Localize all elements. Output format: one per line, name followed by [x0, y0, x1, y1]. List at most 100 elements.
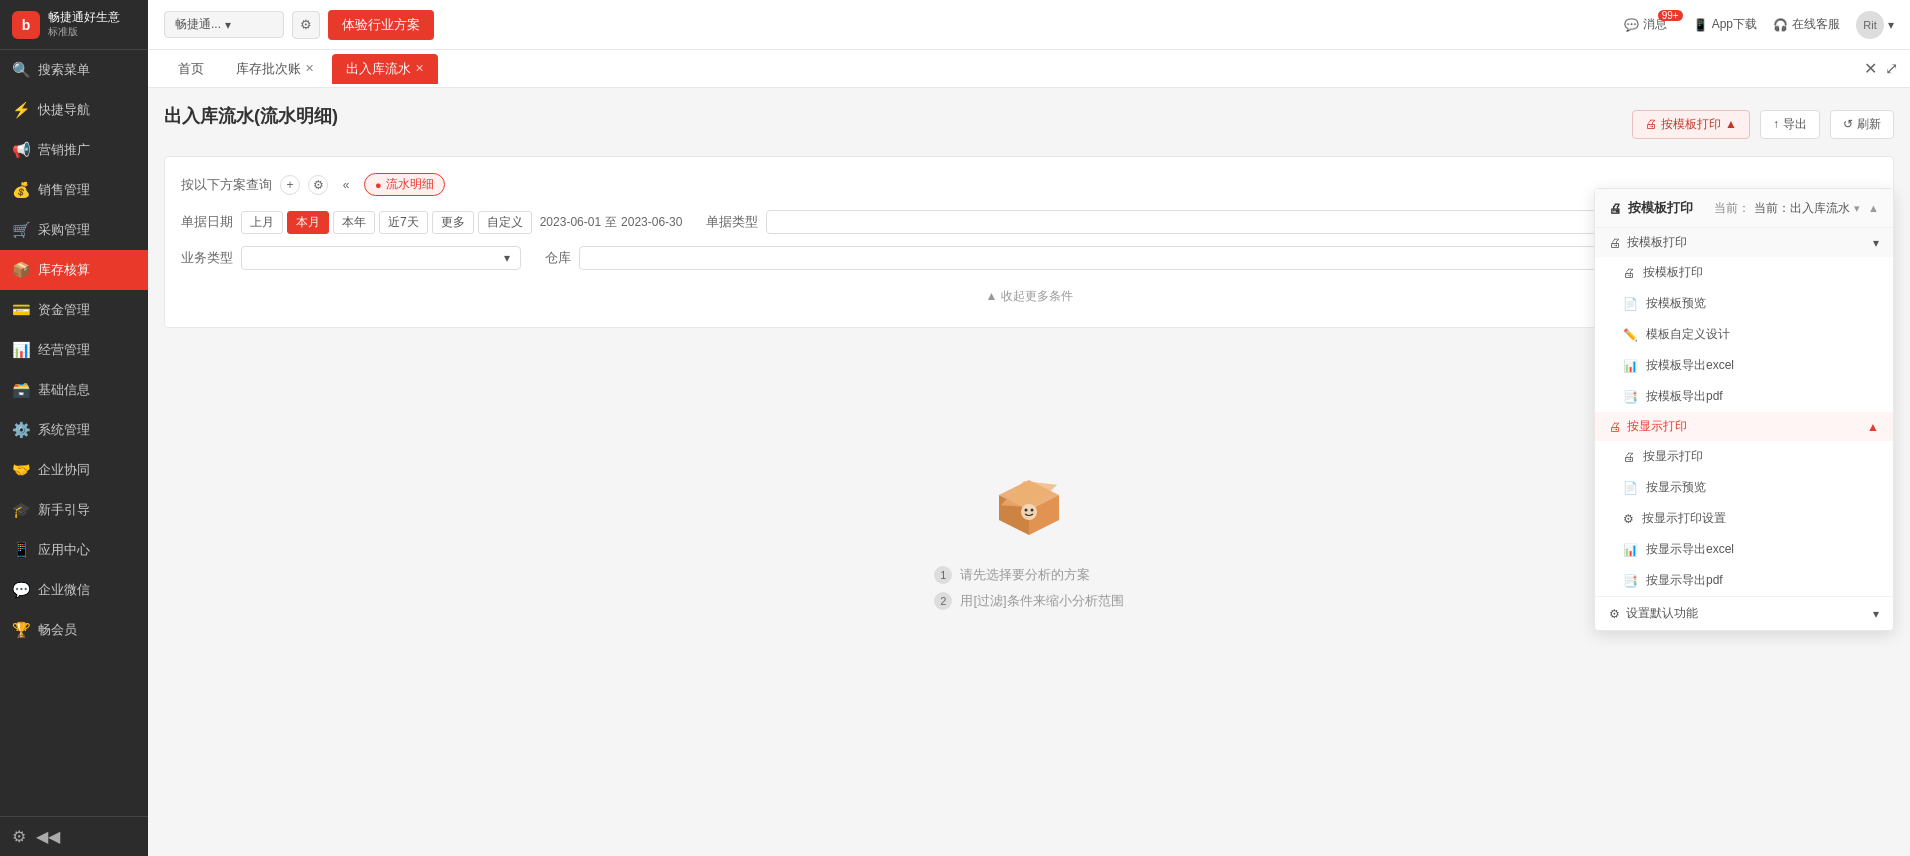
filter-setting-button[interactable]: ⚙ — [308, 175, 328, 195]
date-btn-7days[interactable]: 近7天 — [379, 211, 428, 234]
sidebar-item-finance[interactable]: 💳 资金管理 — [0, 290, 148, 330]
dp-item-template-print[interactable]: 🖨 按模板打印 — [1595, 257, 1893, 288]
excel-icon: 📊 — [1623, 359, 1638, 373]
date-field-label: 单据日期 — [181, 213, 233, 231]
tab-inventory-batch-label: 库存批次账 — [236, 60, 301, 78]
message-group[interactable]: 💬 消息 99+ — [1624, 16, 1677, 33]
topbar: 畅捷通... ▾ ⚙ 体验行业方案 💬 消息 99+ 📱 App下载 🎧 在线客… — [148, 0, 1910, 50]
dp-chevron-up[interactable]: ▲ — [1868, 202, 1879, 214]
topbar-gear-button[interactable]: ⚙ — [292, 11, 320, 39]
tab-inventory-batch-close[interactable]: ✕ — [305, 62, 314, 75]
sidebar-item-label: 销售管理 — [38, 181, 90, 199]
message-badge: 99+ — [1658, 10, 1683, 21]
dp-item-template-export-pdf[interactable]: 📑 按模板导出pdf — [1595, 381, 1893, 412]
sidebar-item-appstore[interactable]: 📱 应用中心 — [0, 530, 148, 570]
sidebar-item-member[interactable]: 🏆 畅会员 — [0, 610, 148, 650]
app-download-group[interactable]: 📱 App下载 — [1693, 16, 1757, 33]
date-btn-this-month[interactable]: 本月 — [287, 211, 329, 234]
dp-template-section-header[interactable]: 🖨 按模板打印 ▾ — [1595, 228, 1893, 257]
date-range-end: 2023-06-30 — [621, 215, 682, 229]
date-range-start: 2023-06-01 — [540, 215, 601, 229]
message-icon: 💬 — [1624, 18, 1639, 32]
pdf-icon: 📑 — [1623, 390, 1638, 404]
filter-add-button[interactable]: + — [280, 175, 300, 195]
tab-stock-flow-close[interactable]: ✕ — [415, 62, 424, 75]
search-nav-icon: 🔍 — [12, 61, 30, 79]
sidebar-item-enterprise[interactable]: 🤝 企业协同 — [0, 450, 148, 490]
dp-item-template-export-excel[interactable]: 📊 按模板导出excel — [1595, 350, 1893, 381]
topbar-left: 畅捷通... ▾ ⚙ 体验行业方案 — [164, 10, 1612, 40]
basic-icon: 🗃️ — [12, 381, 30, 399]
logo-sub: 标准版 — [48, 25, 120, 39]
logo-icon: b — [12, 11, 40, 39]
online-service-group[interactable]: 🎧 在线客服 — [1773, 16, 1840, 33]
sidebar-item-operations[interactable]: 📊 经营管理 — [0, 330, 148, 370]
export-button[interactable]: ↑ 导出 — [1760, 110, 1820, 139]
dp-footer[interactable]: ⚙ 设置默认功能 ▾ — [1595, 596, 1893, 630]
dp-item-display-print-settings[interactable]: ⚙ 按显示打印设置 — [1595, 503, 1893, 534]
filter-label: 按以下方案查询 — [181, 176, 272, 194]
collapse-sidebar-icon[interactable]: ◀◀ — [36, 827, 60, 846]
trial-industry-button[interactable]: 体验行业方案 — [328, 10, 434, 40]
sidebar-item-marketing[interactable]: 📢 营销推广 — [0, 130, 148, 170]
business-type-select[interactable]: ▾ — [241, 246, 521, 270]
empty-step-1: 1 请先选择要分析的方案 — [934, 566, 1123, 584]
user-chevron-icon: ▾ — [1888, 18, 1894, 32]
settings-footer-icon[interactable]: ⚙ — [12, 827, 26, 846]
sidebar-item-system[interactable]: ⚙️ 系统管理 — [0, 410, 148, 450]
chevron-up-icon: ▲ — [985, 289, 997, 303]
filter-chip-liushui[interactable]: ● 流水明细 — [364, 173, 445, 196]
sidebar-item-label: 系统管理 — [38, 421, 90, 439]
sidebar-item-basic[interactable]: 🗃️ 基础信息 — [0, 370, 148, 410]
print-dropdown-panel: 🖨 按模板打印 当前： 当前：出入库流水 ▾ ▲ 🖨 按模板打印 ▾ — [1594, 188, 1894, 631]
date-shortcuts: 上月 本月 本年 近7天 更多 自定义 — [241, 211, 532, 234]
user-area[interactable]: Rit ▾ — [1856, 11, 1894, 39]
sidebar-item-guide[interactable]: 🎓 新手引导 — [0, 490, 148, 530]
operations-icon: 📊 — [12, 341, 30, 359]
sidebar-item-inventory[interactable]: 📦 库存核算 — [0, 250, 148, 290]
dp-item-display-preview[interactable]: 📄 按显示预览 — [1595, 472, 1893, 503]
dp-chevron-down[interactable]: ▾ — [1854, 202, 1860, 215]
tab-expand-button[interactable]: ⤢ — [1885, 59, 1898, 78]
tab-inventory-batch[interactable]: 库存批次账 ✕ — [222, 54, 328, 84]
dp-item-display-export-excel[interactable]: 📊 按显示导出excel — [1595, 534, 1893, 565]
display-excel-icon: 📊 — [1623, 543, 1638, 557]
logo-area: b 畅捷通好生意 标准版 — [0, 0, 148, 50]
date-btn-custom[interactable]: 自定义 — [478, 211, 532, 234]
dp-header-right: 当前： 当前：出入库流水 ▾ ▲ — [1714, 200, 1879, 217]
sales-icon: 💰 — [12, 181, 30, 199]
svg-point-4 — [1021, 504, 1037, 520]
tab-stock-flow[interactable]: 出入库流水 ✕ — [332, 54, 438, 84]
topbar-right: 💬 消息 99+ 📱 App下载 🎧 在线客服 Rit ▾ — [1624, 11, 1894, 39]
sidebar-item-wechat[interactable]: 💬 企业微信 — [0, 570, 148, 610]
dp-item-template-preview[interactable]: 📄 按模板预览 — [1595, 288, 1893, 319]
chip-icon: ● — [375, 179, 382, 191]
date-btn-this-year[interactable]: 本年 — [333, 211, 375, 234]
inventory-icon: 📦 — [12, 261, 30, 279]
date-btn-more[interactable]: 更多 — [432, 211, 474, 234]
dp-display-section-chevron: ▲ — [1867, 420, 1879, 434]
purchase-icon: 🛒 — [12, 221, 30, 239]
filter-collapse-button[interactable]: « — [336, 175, 356, 195]
dp-item-template-customize[interactable]: ✏️ 模板自定义设计 — [1595, 319, 1893, 350]
template-print-button[interactable]: 🖨 按模板打印 ▲ — [1632, 110, 1750, 139]
sidebar-item-label: 新手引导 — [38, 501, 90, 519]
dp-header: 🖨 按模板打印 当前： 当前：出入库流水 ▾ ▲ — [1595, 189, 1893, 228]
chevron-up-icon: ▲ — [1725, 117, 1737, 131]
tab-close-all-button[interactable]: ✕ — [1864, 59, 1877, 78]
sidebar-item-purchase[interactable]: 🛒 采购管理 — [0, 210, 148, 250]
date-btn-last-month[interactable]: 上月 — [241, 211, 283, 234]
sidebar-item-sales[interactable]: 💰 销售管理 — [0, 170, 148, 210]
dp-item-display-export-pdf[interactable]: 📑 按显示导出pdf — [1595, 565, 1893, 596]
refresh-button[interactable]: ↺ 刷新 — [1830, 110, 1894, 139]
shortcut-icon: ⚡ — [12, 101, 30, 119]
company-selector[interactable]: 畅捷通... ▾ — [164, 11, 284, 38]
warehouse-label: 仓库 — [545, 249, 571, 267]
sidebar-item-shortcut[interactable]: ⚡ 快捷导航 — [0, 90, 148, 130]
tab-home[interactable]: 首页 — [164, 54, 218, 84]
dp-display-section-header[interactable]: 🖨 按显示打印 ▲ — [1595, 412, 1893, 441]
empty-step-2: 2 用[过滤]条件来缩小分析范围 — [934, 592, 1123, 610]
svg-point-6 — [1031, 509, 1034, 512]
sidebar-item-search[interactable]: 🔍 搜索菜单 — [0, 50, 148, 90]
dp-item-display-print[interactable]: 🖨 按显示打印 — [1595, 441, 1893, 472]
